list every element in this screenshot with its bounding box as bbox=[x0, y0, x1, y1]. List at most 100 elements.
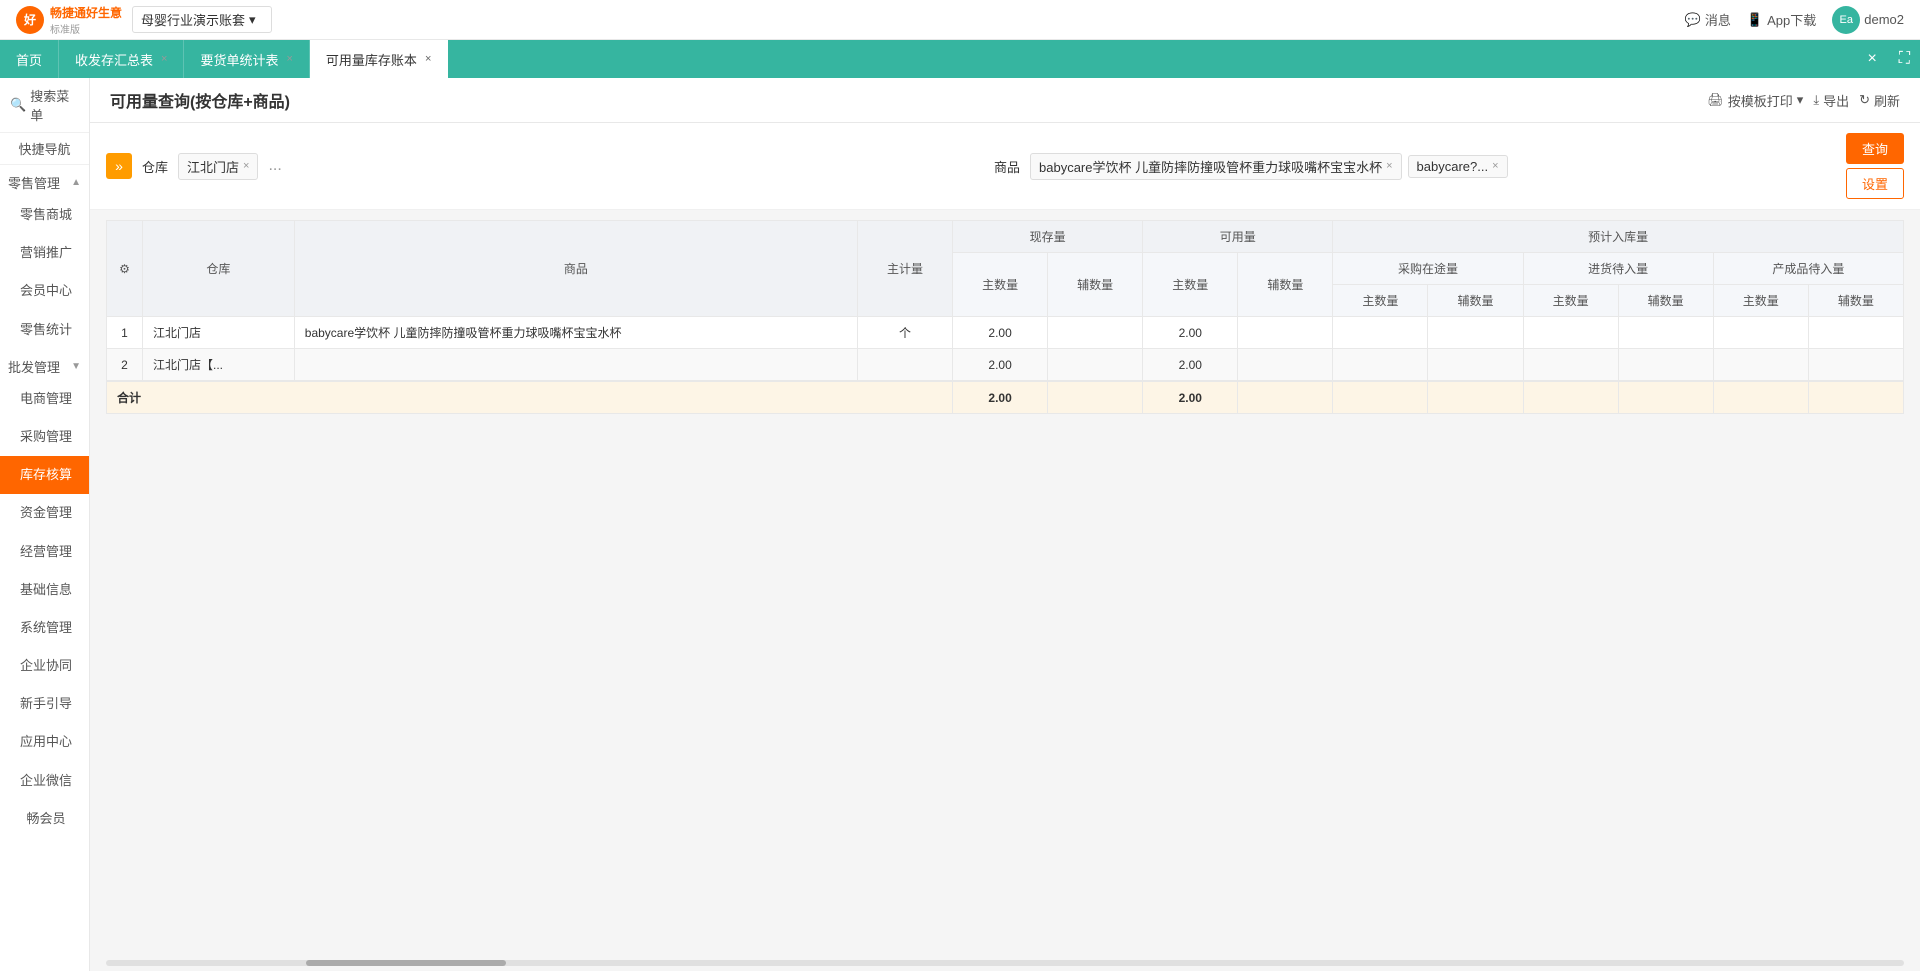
logo-text: 畅捷通好生意 标准版 bbox=[50, 4, 122, 36]
sidebar: 🔍 搜索菜单 快捷导航 零售管理 ▲ 零售商城 营销推广 会员中心 零售统计 批… bbox=[0, 78, 90, 971]
tab-home[interactable]: 首页 bbox=[0, 40, 59, 78]
footer-avail-aux bbox=[1238, 381, 1333, 414]
sidebar-group-retail[interactable]: 零售管理 ▲ bbox=[0, 165, 89, 196]
product-tag-2-close[interactable]: × bbox=[1492, 160, 1498, 172]
tab-order-stats[interactable]: 要货单统计表 × bbox=[184, 40, 309, 78]
message-icon: 💬 bbox=[1685, 12, 1701, 28]
sidebar-item-marketing[interactable]: 营销推广 bbox=[0, 234, 89, 272]
row2-avail-aux bbox=[1238, 349, 1333, 382]
col-production-header: 产成品待入量 bbox=[1713, 253, 1903, 285]
scroll-track bbox=[106, 960, 1904, 966]
app-download-button[interactable]: 📱 App下载 bbox=[1747, 10, 1816, 29]
inventory-table: ⚙ 仓库 商品 主计量 现存量 可用量 预计入库量 主数量 辅数量 主数量 辅数… bbox=[106, 220, 1904, 414]
sidebar-item-operation[interactable]: 经营管理 bbox=[0, 533, 89, 571]
row1-incoming-main bbox=[1523, 317, 1618, 349]
product-tag-1-close[interactable]: × bbox=[1386, 160, 1392, 172]
sidebar-item-wechat[interactable]: 企业微信 bbox=[0, 762, 89, 800]
sidebar-item-member2[interactable]: 畅会员 bbox=[0, 800, 89, 838]
avatar: Ea bbox=[1832, 6, 1860, 34]
row2-purchase-aux bbox=[1428, 349, 1523, 382]
sidebar-quick-nav[interactable]: 快捷导航 bbox=[0, 133, 89, 165]
top-bar-left: 好 畅捷通好生意 标准版 母婴行业演示账套 ▾ bbox=[16, 4, 272, 36]
table-row: 2 江北门店【... 2.00 2.00 bbox=[107, 349, 1904, 382]
col-incoming-main: 主数量 bbox=[1523, 285, 1618, 317]
message-button[interactable]: 💬 消息 bbox=[1685, 10, 1731, 29]
main-layout: 🔍 搜索菜单 快捷导航 零售管理 ▲ 零售商城 营销推广 会员中心 零售统计 批… bbox=[0, 78, 1920, 971]
sidebar-group-wholesale[interactable]: 批发管理 ▼ bbox=[0, 349, 89, 380]
horizontal-scrollbar[interactable] bbox=[90, 955, 1920, 971]
tab-stock-label: 可用量库存账本 bbox=[326, 50, 417, 69]
page-title: 可用量查询(按仓库+商品) bbox=[110, 88, 290, 112]
row2-stock-aux bbox=[1048, 349, 1143, 382]
setting-button[interactable]: 设置 bbox=[1846, 168, 1904, 199]
row1-stock-main: 2.00 bbox=[953, 317, 1048, 349]
sidebar-item-newguide[interactable]: 新手引导 bbox=[0, 685, 89, 723]
row1-stock-aux bbox=[1048, 317, 1143, 349]
product-tag-2[interactable]: babycare?... × bbox=[1408, 155, 1508, 178]
sidebar-item-member[interactable]: 会员中心 bbox=[0, 272, 89, 310]
col-avail-main: 主数量 bbox=[1143, 253, 1238, 317]
sidebar-item-base[interactable]: 基础信息 bbox=[0, 571, 89, 609]
row1-production-main bbox=[1713, 317, 1808, 349]
warehouse-tag[interactable]: 江北门店 × bbox=[178, 153, 258, 180]
sidebar-search[interactable]: 🔍 搜索菜单 bbox=[0, 78, 89, 133]
sidebar-item-ecommerce[interactable]: 电商管理 bbox=[0, 380, 89, 418]
query-button[interactable]: 查询 bbox=[1846, 133, 1904, 164]
chevron-up-icon: ▲ bbox=[71, 177, 81, 188]
export-icon: ⤓ bbox=[1813, 92, 1819, 108]
row2-production-main bbox=[1713, 349, 1808, 382]
row2-avail-main: 2.00 bbox=[1143, 349, 1238, 382]
tab-receipt-summary[interactable]: 收发存汇总表 × bbox=[59, 40, 184, 78]
tab-receipt-close[interactable]: × bbox=[161, 53, 167, 65]
row2-incoming-aux bbox=[1618, 349, 1713, 382]
row1-unit: 个 bbox=[857, 317, 952, 349]
row2-seq: 2 bbox=[107, 349, 143, 382]
tab-order-close[interactable]: × bbox=[286, 53, 292, 65]
sidebar-item-enterprise[interactable]: 企业协同 bbox=[0, 647, 89, 685]
user-area[interactable]: Ea demo2 bbox=[1832, 6, 1904, 34]
row1-warehouse: 江北门店 bbox=[143, 317, 295, 349]
row1-purchase-main bbox=[1333, 317, 1428, 349]
col-available-header: 可用量 bbox=[1143, 221, 1333, 253]
warehouse-tag-close[interactable]: × bbox=[243, 160, 249, 172]
footer-incoming-aux bbox=[1618, 381, 1713, 414]
chevron-down-icon: ▾ bbox=[249, 12, 256, 28]
close-all-tabs-button[interactable]: × bbox=[1855, 50, 1888, 68]
sidebar-item-system[interactable]: 系统管理 bbox=[0, 609, 89, 647]
col-incoming-aux: 辅数量 bbox=[1618, 285, 1713, 317]
scroll-thumb[interactable] bbox=[306, 960, 506, 966]
sidebar-item-finance[interactable]: 资金管理 bbox=[0, 494, 89, 532]
page-header-actions: 🖨 按模板打印 ▾ ⤓ 导出 ↻ 刷新 bbox=[1707, 91, 1900, 110]
tab-stock-close[interactable]: × bbox=[425, 53, 431, 65]
tab-available-stock[interactable]: 可用量库存账本 × bbox=[310, 40, 448, 78]
expand-button[interactable]: ⛶ bbox=[1889, 50, 1920, 68]
warehouse-more-dots[interactable]: ... bbox=[264, 157, 285, 175]
top-bar-right: 💬 消息 📱 App下载 Ea demo2 bbox=[1685, 6, 1904, 34]
col-production-aux: 辅数量 bbox=[1808, 285, 1903, 317]
export-button[interactable]: ⤓ 导出 bbox=[1813, 91, 1849, 110]
refresh-button[interactable]: ↻ 刷新 bbox=[1859, 91, 1900, 110]
table-container: ⚙ 仓库 商品 主计量 现存量 可用量 预计入库量 主数量 辅数量 主数量 辅数… bbox=[90, 210, 1920, 955]
sidebar-item-retail-stats[interactable]: 零售统计 bbox=[0, 311, 89, 349]
product-tags: babycare学饮杯 儿童防摔防撞吸管杯重力球吸嘴杯宝宝水杯 × babyca… bbox=[1030, 153, 1836, 180]
col-warehouse-header: 仓库 bbox=[143, 221, 295, 317]
row2-production-aux bbox=[1808, 349, 1903, 382]
footer-avail-main: 2.00 bbox=[1143, 381, 1238, 414]
store-selector[interactable]: 母婴行业演示账套 ▾ bbox=[132, 6, 272, 33]
sidebar-item-appcenter[interactable]: 应用中心 bbox=[0, 723, 89, 761]
footer-purchase-main bbox=[1333, 381, 1428, 414]
col-settings[interactable]: ⚙ bbox=[107, 221, 143, 317]
footer-production-aux bbox=[1808, 381, 1903, 414]
col-forecast-header: 预计入库量 bbox=[1333, 221, 1904, 253]
sidebar-item-inventory[interactable]: 库存核算 bbox=[0, 456, 89, 494]
col-incoming-header: 进货待入量 bbox=[1523, 253, 1713, 285]
row1-purchase-aux bbox=[1428, 317, 1523, 349]
tab-receipt-label: 收发存汇总表 bbox=[75, 50, 153, 69]
filter-toggle-button[interactable]: » bbox=[106, 153, 132, 179]
app-logo-icon: 好 bbox=[16, 6, 44, 34]
template-print-button[interactable]: 🖨 按模板打印 ▾ bbox=[1707, 91, 1803, 110]
row2-unit bbox=[857, 349, 952, 382]
sidebar-item-purchase[interactable]: 采购管理 bbox=[0, 418, 89, 456]
product-tag-1[interactable]: babycare学饮杯 儿童防摔防撞吸管杯重力球吸嘴杯宝宝水杯 × bbox=[1030, 153, 1402, 180]
sidebar-item-retail-mall[interactable]: 零售商城 bbox=[0, 196, 89, 234]
